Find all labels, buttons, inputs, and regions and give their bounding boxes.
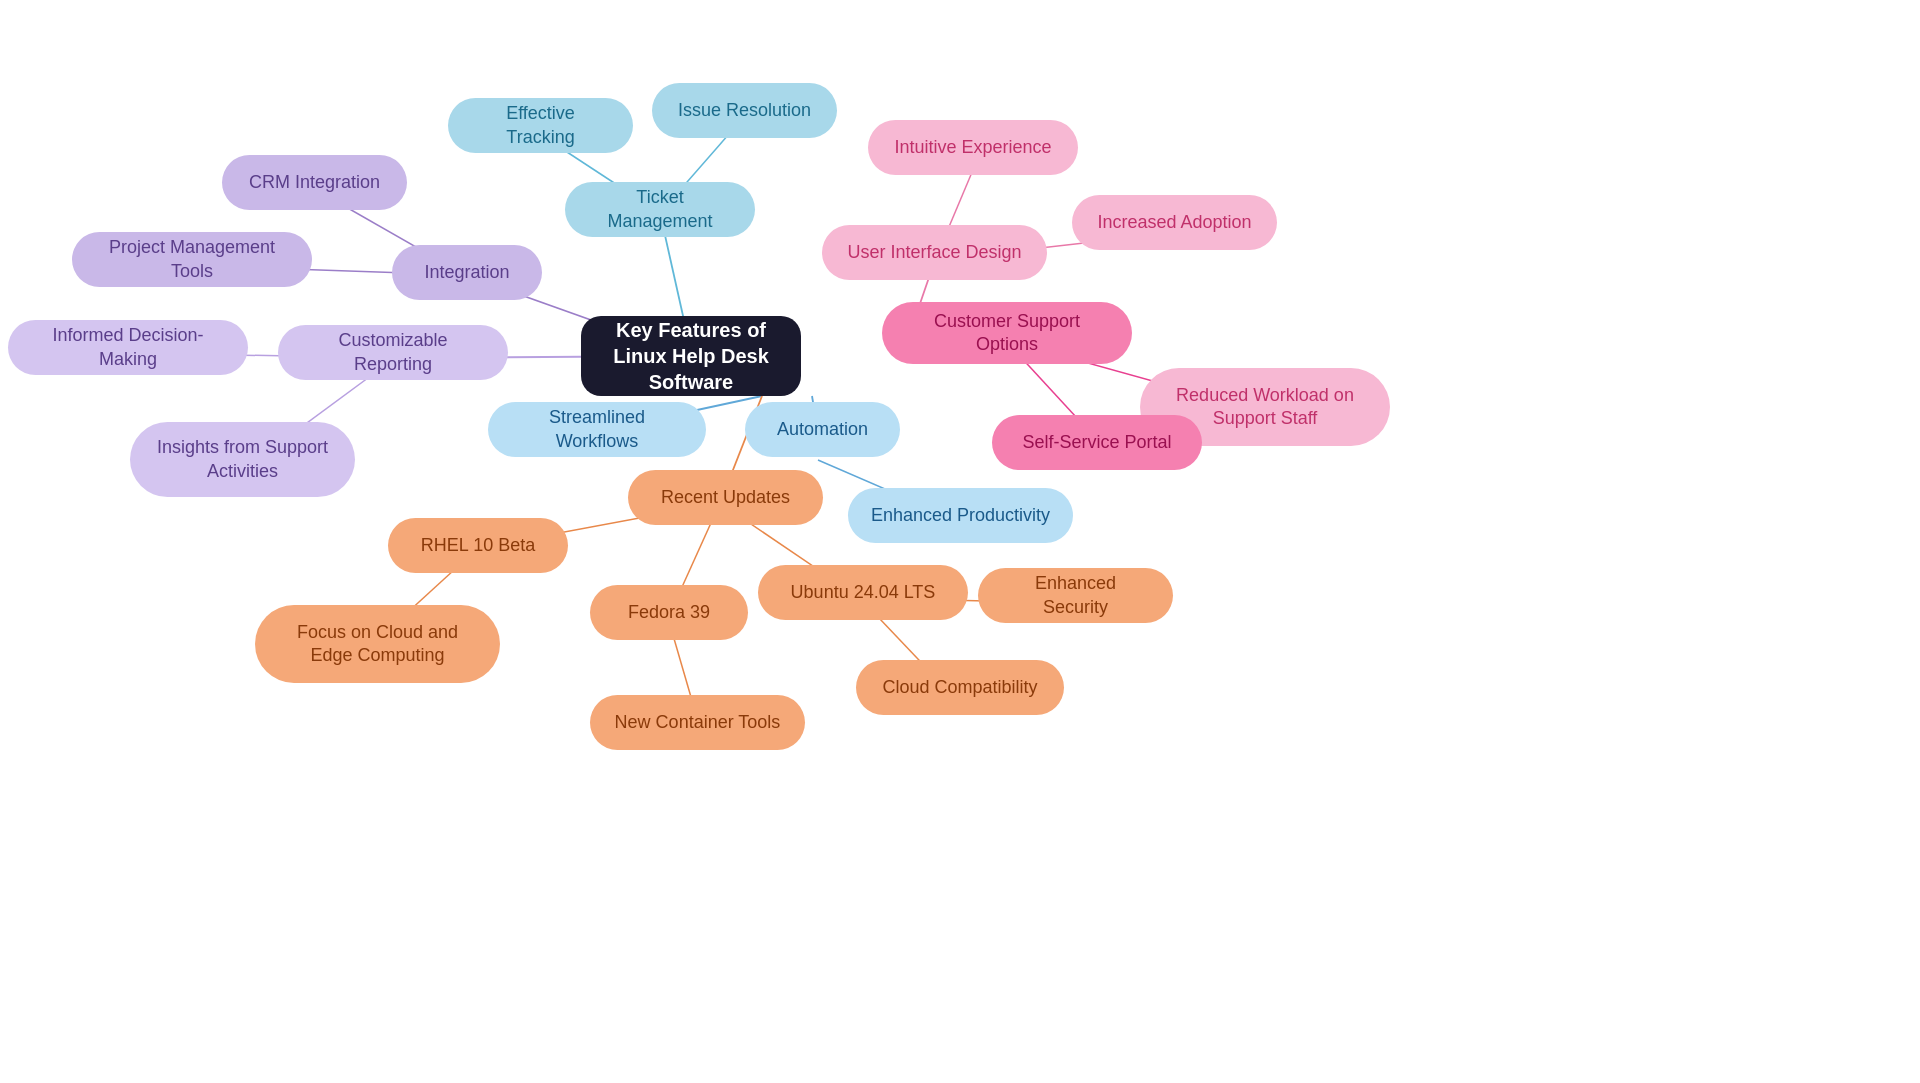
- self-service-portal-node: Self-Service Portal: [992, 415, 1202, 470]
- fedora-node: Fedora 39: [590, 585, 748, 640]
- enhanced-security-node: Enhanced Security: [978, 568, 1173, 623]
- focus-cloud-node: Focus on Cloud and Edge Computing: [255, 605, 500, 683]
- rhel-node: RHEL 10 Beta: [388, 518, 568, 573]
- center-node: Key Features of Linux Help Desk Software: [581, 316, 801, 396]
- intuitive-experience-node: Intuitive Experience: [868, 120, 1078, 175]
- user-interface-node: User Interface Design: [822, 225, 1047, 280]
- cloud-compatibility-node: Cloud Compatibility: [856, 660, 1064, 715]
- new-container-node: New Container Tools: [590, 695, 805, 750]
- customer-support-node: Customer Support Options: [882, 302, 1132, 364]
- crm-integration-node: CRM Integration: [222, 155, 407, 210]
- enhanced-productivity-node: Enhanced Productivity: [848, 488, 1073, 543]
- customizable-reporting-node: Customizable Reporting: [278, 325, 508, 380]
- increased-adoption-node: Increased Adoption: [1072, 195, 1277, 250]
- streamlined-workflows-node: Streamlined Workflows: [488, 402, 706, 457]
- ubuntu-node: Ubuntu 24.04 LTS: [758, 565, 968, 620]
- issue-resolution-node: Issue Resolution: [652, 83, 837, 138]
- insights-node: Insights from Support Activities: [130, 422, 355, 497]
- integration-node: Integration: [392, 245, 542, 300]
- effective-tracking-node: Effective Tracking: [448, 98, 633, 153]
- informed-decision-node: Informed Decision-Making: [8, 320, 248, 375]
- ticket-management-node: Ticket Management: [565, 182, 755, 237]
- automation-node: Automation: [745, 402, 900, 457]
- project-management-node: Project Management Tools: [72, 232, 312, 287]
- recent-updates-node: Recent Updates: [628, 470, 823, 525]
